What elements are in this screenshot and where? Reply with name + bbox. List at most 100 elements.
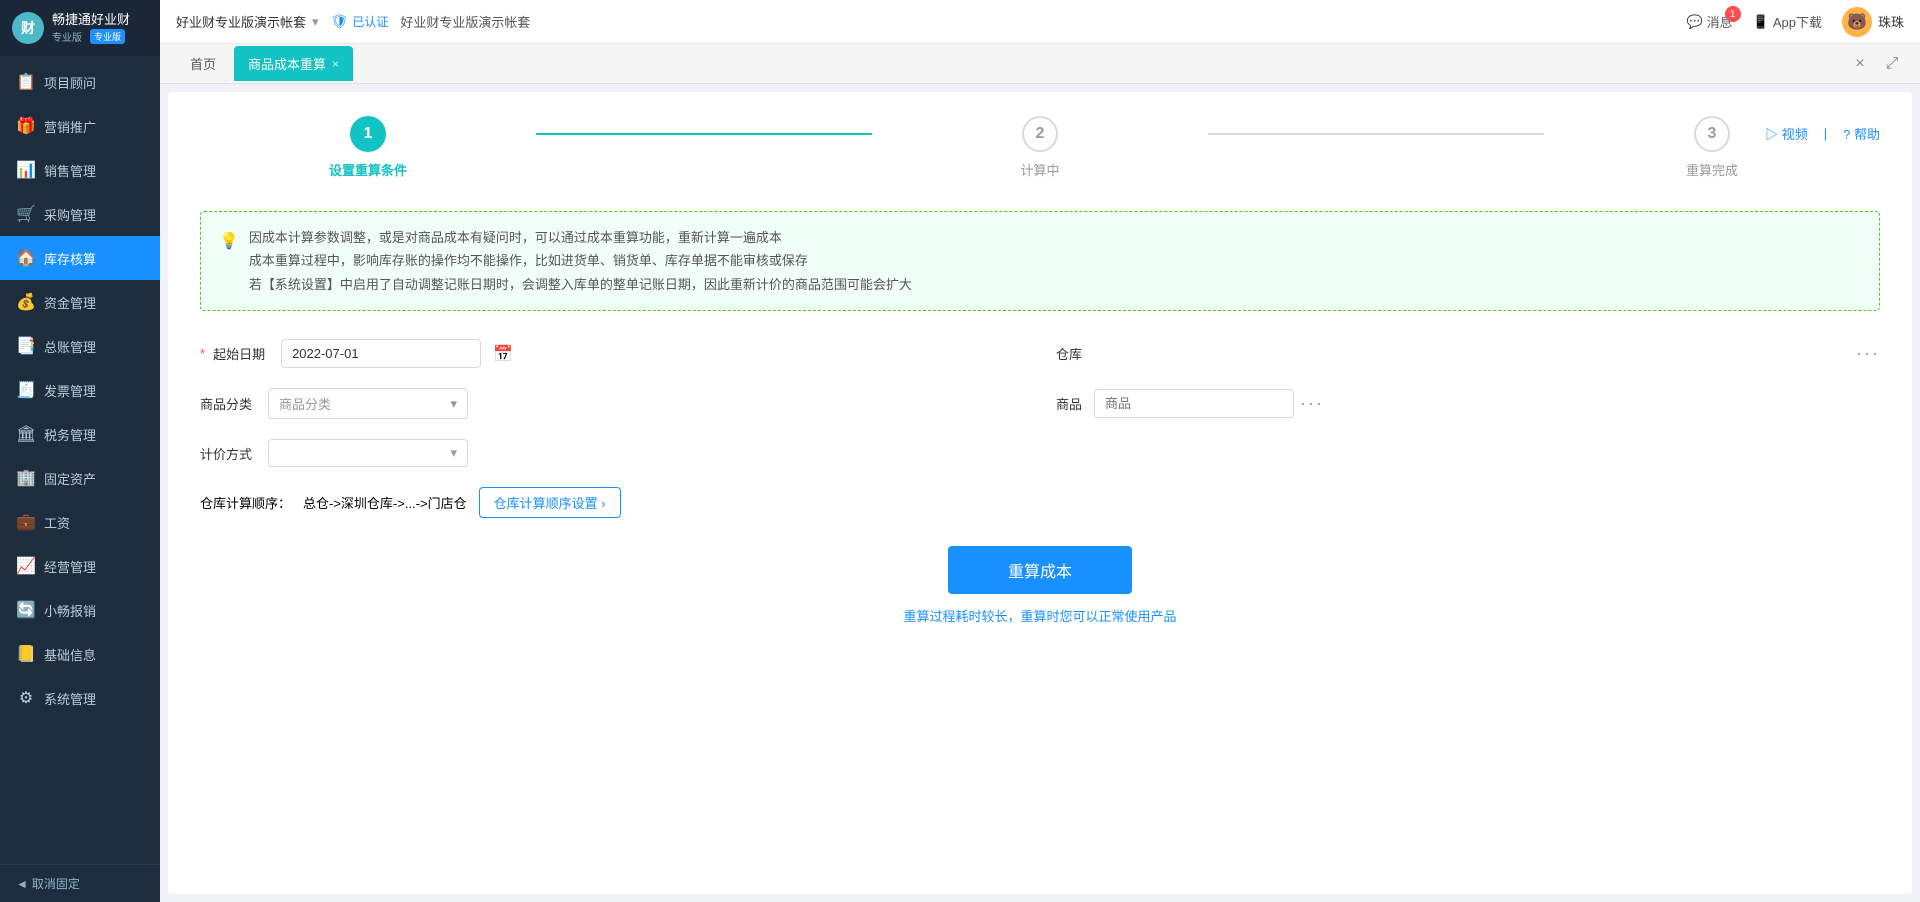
recalc-section: 重算成本 重算过程耗时较长，重算时您可以正常使用产品	[200, 546, 1880, 625]
category-placeholder: 商品分类	[279, 394, 331, 413]
topbar-right: 💬 消息 1 📱 App下载 🐻 珠珠	[1686, 7, 1904, 37]
messages-button[interactable]: 💬 消息 1	[1686, 12, 1732, 31]
connector-2-3	[1208, 133, 1544, 135]
info-box: 💡 因成本计算参数调整，或是对商品成本有疑问时，可以通过成本重算功能，重新计算一…	[200, 211, 1880, 311]
video-help-button[interactable]: ▷ 视频	[1765, 124, 1808, 143]
pricing-chevron-icon: ▾	[450, 445, 457, 461]
sidebar-item-purchase[interactable]: 🛒 采购管理	[0, 192, 160, 236]
sidebar-unpin[interactable]: ◄ 取消固定	[0, 864, 160, 902]
category-select[interactable]: 商品分类 ▾	[268, 388, 468, 419]
app-download-label: App下载	[1773, 12, 1822, 31]
close-window-button[interactable]: ×	[1848, 52, 1872, 76]
sidebar-item-tax[interactable]: 🏛 税务管理	[0, 412, 160, 456]
sidebar-item-label: 销售管理	[44, 161, 96, 180]
sidebar-item-label: 采购管理	[44, 205, 96, 224]
start-date-input[interactable]	[281, 339, 481, 368]
step-2: 2 计算中	[872, 116, 1208, 179]
sidebar-item-sales[interactable]: 📊 销售管理	[0, 148, 160, 192]
info-line-1: 因成本计算参数调整，或是对商品成本有疑问时，可以通过成本重算功能，重新计算一遍成…	[249, 226, 912, 249]
sidebar-item-label: 库存核算	[44, 249, 96, 268]
step-3-number: 3	[1708, 125, 1717, 143]
user-name: 珠珠	[1878, 12, 1904, 31]
category-chevron-icon: ▾	[450, 396, 457, 412]
form-row-2: 商品分类 商品分类 ▾ 商品 ···	[200, 388, 1880, 419]
main-area: 好业财专业版演示帐套 ▾ 🛡 已认证 好业财专业版演示帐套 💬 消息 1 📱 A…	[160, 0, 1920, 902]
sidebar-item-marketing[interactable]: 🎁 营销推广	[0, 104, 160, 148]
sidebar-item-label: 发票管理	[44, 381, 96, 400]
tab-cost-recalc[interactable]: 商品成本重算 ×	[234, 46, 353, 81]
goods-picker-button[interactable]: ···	[1300, 393, 1324, 414]
sidebar-item-finance[interactable]: 💰 资金管理	[0, 280, 160, 324]
sidebar-navigation: 📋 项目顾问 🎁 营销推广 📊 销售管理 🛒 采购管理 🏠 库存核算 💰 资金管…	[0, 56, 160, 864]
tax-icon: 🏛	[16, 424, 36, 444]
message-badge: 1	[1725, 6, 1741, 22]
required-mark: *	[200, 346, 205, 361]
step-1-circle: 1	[350, 116, 386, 152]
goods-label: 商品	[1056, 394, 1086, 413]
form-row-1: * 起始日期 📅 仓库 ···	[200, 339, 1880, 368]
warehouse-order-label: 仓库计算顺序：	[200, 493, 291, 512]
step-2-circle: 2	[1022, 116, 1058, 152]
system-icon: ⚙	[16, 688, 36, 708]
sidebar-item-label: 系统管理	[44, 689, 96, 708]
warehouse-label: 仓库	[1056, 344, 1086, 363]
assets-icon: 🏢	[16, 468, 36, 488]
connector-1-2	[536, 133, 872, 135]
sidebar-item-inventory[interactable]: 🏠 库存核算	[0, 236, 160, 280]
category-label: 商品分类	[200, 394, 260, 413]
pro-badge: 专业版	[90, 29, 125, 44]
sidebar-item-ops[interactable]: 📈 经营管理	[0, 544, 160, 588]
pricing-select[interactable]: ▾	[268, 439, 468, 467]
sidebar-item-expense[interactable]: 🔄 小畅报销	[0, 588, 160, 632]
warehouse-order-value: 总仓->深圳仓库->...->门店仓	[303, 493, 467, 512]
account-dropdown-icon: ▾	[312, 14, 319, 30]
step-1-number: 1	[364, 125, 373, 143]
info-text: 因成本计算参数调整，或是对商品成本有疑问时，可以通过成本重算功能，重新计算一遍成…	[249, 226, 912, 296]
sidebar-item-label: 资金管理	[44, 293, 96, 312]
sidebar-item-info[interactable]: 📒 基础信息	[0, 632, 160, 676]
recalc-btn-label: 重算成本	[1008, 564, 1072, 581]
goods-input[interactable]	[1094, 389, 1294, 418]
step-1: 1 设置重算条件	[200, 116, 536, 179]
finance-icon: 💰	[16, 292, 36, 312]
expand-window-button[interactable]: ⤢	[1880, 52, 1904, 76]
sidebar-item-accounting[interactable]: 📑 总账管理	[0, 324, 160, 368]
invoice-icon: 🧾	[16, 380, 36, 400]
sidebar-item-system[interactable]: ⚙ 系统管理	[0, 676, 160, 720]
logo-subtitle: 专业版	[52, 29, 82, 44]
user-info[interactable]: 🐻 珠珠	[1842, 7, 1904, 37]
expand-icon: ⤢	[1886, 55, 1899, 73]
tab-home[interactable]: 首页	[176, 46, 230, 81]
sidebar-item-label: 固定资产	[44, 469, 96, 488]
tab-close-icon[interactable]: ×	[332, 57, 339, 71]
form-row-3: 计价方式 ▾	[200, 439, 1880, 467]
unpin-arrow-icon: ◄	[16, 877, 28, 891]
stepper-container: 1 设置重算条件 2 计算中 3 重算完成	[200, 116, 1880, 179]
warehouse-order-setting-button[interactable]: 仓库计算顺序设置 ›	[479, 487, 621, 518]
shield-icon: 🛡	[331, 13, 349, 30]
sidebar-item-assets[interactable]: 🏢 固定资产	[0, 456, 160, 500]
start-date-label: 起始日期	[213, 344, 273, 363]
sidebar-item-invoice[interactable]: 🧾 发票管理	[0, 368, 160, 412]
content-area: 1 设置重算条件 2 计算中 3 重算完成	[168, 92, 1912, 894]
sidebar-item-label: 基础信息	[44, 645, 96, 664]
expense-icon: 🔄	[16, 600, 36, 620]
app-download-button[interactable]: 📱 App下载	[1753, 12, 1822, 31]
sidebar-item-salary[interactable]: 💼 工资	[0, 500, 160, 544]
calendar-icon[interactable]: 📅	[493, 344, 513, 364]
account-selector[interactable]: 好业财专业版演示帐套 ▾	[176, 12, 319, 31]
stepper: 1 设置重算条件 2 计算中 3 重算完成	[200, 116, 1880, 179]
verified-text: 已认证	[352, 13, 388, 30]
warehouse-picker-button[interactable]: ···	[1856, 343, 1880, 364]
goods-group: 商品 ···	[1056, 389, 1880, 418]
sidebar: 财 畅捷通好业财 专业版 专业版 📋 项目顾问 🎁 营销推广 📊 销售管理 🛒 …	[0, 0, 160, 902]
question-icon: ?	[1843, 127, 1850, 142]
message-icon: 💬	[1686, 14, 1702, 30]
warehouse-group: 仓库 ···	[1056, 343, 1880, 364]
sidebar-item-project[interactable]: 📋 项目顾问	[0, 60, 160, 104]
ops-icon: 📈	[16, 556, 36, 576]
help-button[interactable]: ? 帮助	[1843, 124, 1880, 143]
unpin-label: 取消固定	[32, 875, 80, 892]
recalc-button[interactable]: 重算成本	[948, 546, 1132, 594]
divider: |	[1824, 126, 1827, 141]
